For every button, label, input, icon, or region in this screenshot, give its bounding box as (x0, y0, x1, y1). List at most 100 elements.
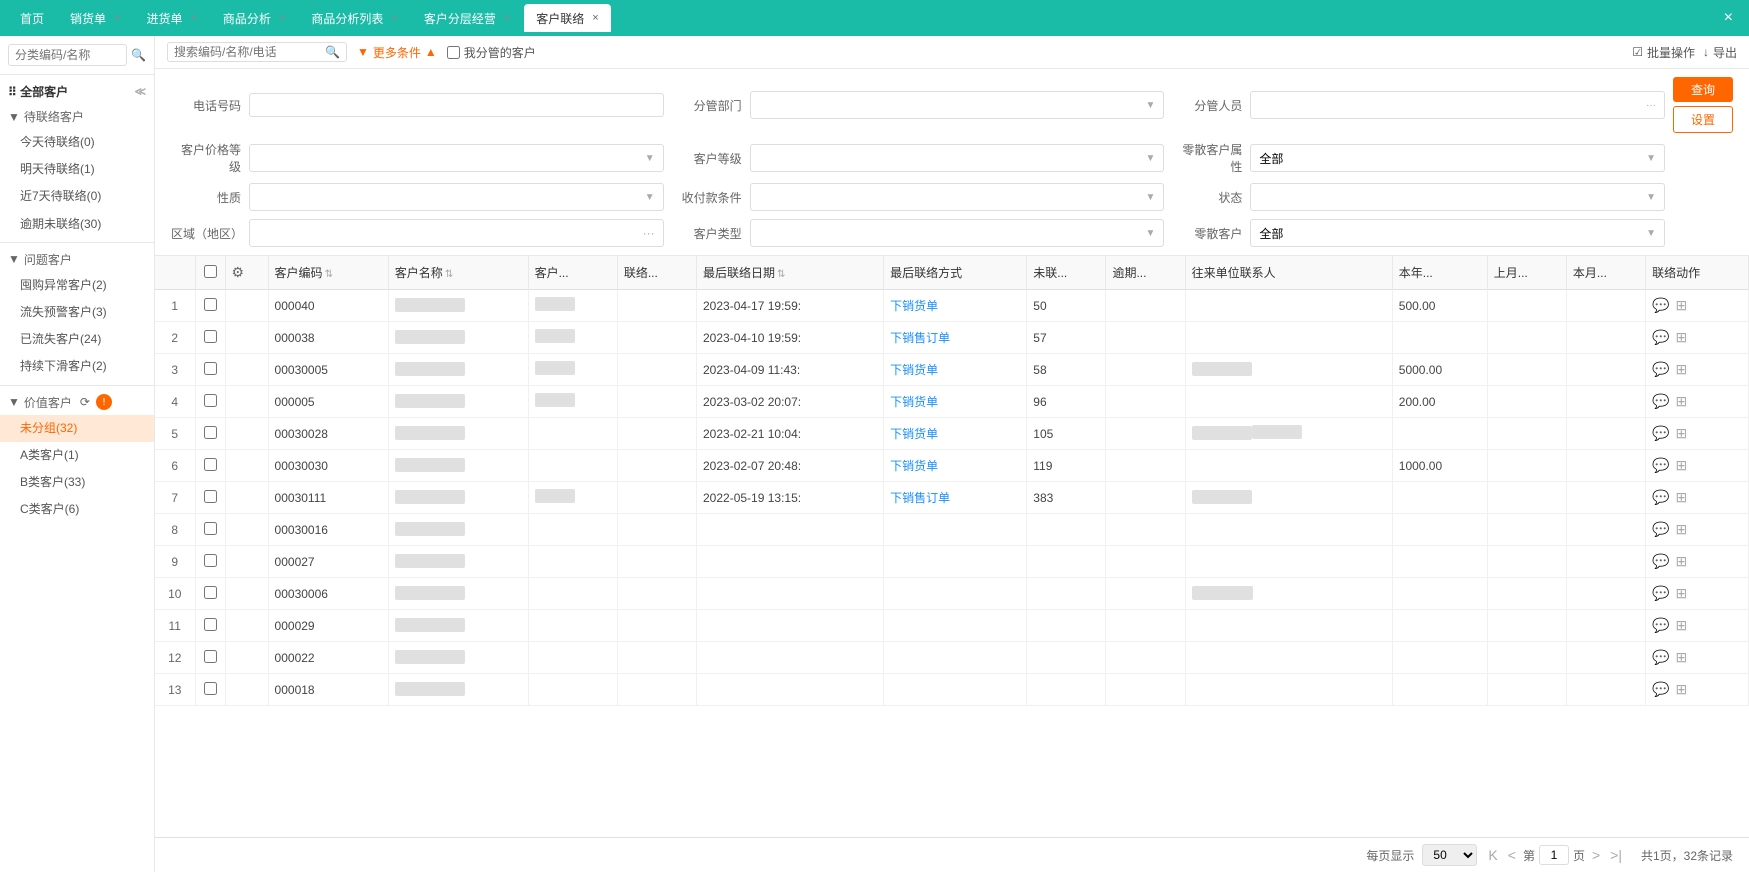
chat-icon[interactable]: 💬 (1652, 521, 1669, 538)
last-page-button[interactable]: >| (1607, 847, 1625, 863)
customer-level-select[interactable]: ▼ (750, 144, 1165, 172)
row-checkbox[interactable] (204, 394, 217, 407)
sort-name-icon[interactable]: ⇅ (445, 269, 453, 280)
chat-icon[interactable]: 💬 (1652, 329, 1669, 346)
grid-icon[interactable]: ⊞ (1676, 297, 1688, 314)
main-search-input[interactable] (174, 45, 321, 59)
gear-icon[interactable]: ⚙ (232, 264, 245, 280)
sidebar-item-overdue-pending[interactable]: 逾期未联络(30) (0, 211, 154, 238)
price-level-select[interactable]: ▼ (249, 144, 664, 172)
th-gear[interactable]: ⚙ (225, 256, 268, 290)
grid-icon[interactable]: ⊞ (1676, 329, 1688, 346)
export-button[interactable]: ↓ 导出 (1703, 44, 1737, 61)
sidebar-item-tomorrow-pending[interactable]: 明天待联络(1) (0, 156, 154, 183)
sidebar-search-input[interactable] (8, 44, 127, 66)
tab-sales[interactable]: 销货单 × (58, 4, 132, 32)
sidebar-item-7days-pending[interactable]: 近7天待联络(0) (0, 183, 154, 210)
grid-icon[interactable]: ⊞ (1676, 457, 1688, 474)
nature-select[interactable]: ▼ (249, 183, 664, 211)
row-checkbox[interactable] (204, 298, 217, 311)
chat-icon[interactable]: 💬 (1652, 361, 1669, 378)
grid-icon[interactable]: ⊞ (1676, 553, 1688, 570)
tab-home[interactable]: 首页 (8, 4, 56, 32)
grid-icon[interactable]: ⊞ (1676, 489, 1688, 506)
sort-code-icon[interactable]: ⇅ (325, 269, 333, 280)
customer-type-select[interactable]: ▼ (750, 219, 1165, 247)
close-purchase-icon[interactable]: × (190, 12, 196, 24)
sidebar-group-value[interactable]: ▼ 价值客户 ⟳ ! (0, 390, 154, 415)
first-page-button[interactable]: K (1485, 847, 1500, 863)
chat-icon[interactable]: 💬 (1652, 585, 1669, 602)
my-customers-check[interactable] (447, 46, 460, 59)
chat-icon[interactable]: 💬 (1652, 297, 1669, 314)
row-checkbox[interactable] (204, 490, 217, 503)
close-customer-contact-icon[interactable]: × (592, 12, 598, 24)
contact-type-link[interactable]: 下销货单 (890, 299, 938, 313)
row-checkbox[interactable] (204, 330, 217, 343)
contact-type-link[interactable]: 下销货单 (890, 459, 938, 473)
sort-date-icon[interactable]: ⇅ (777, 269, 785, 280)
grid-icon[interactable]: ⊞ (1676, 617, 1688, 634)
row-checkbox[interactable] (204, 650, 217, 663)
grid-icon[interactable]: ⊞ (1676, 393, 1688, 410)
sidebar-item-churned[interactable]: 已流失客户(24) (0, 326, 154, 353)
contact-type-link[interactable]: 下销货单 (890, 395, 938, 409)
more-filters-button[interactable]: ▼ 更多条件 ▲ (357, 44, 437, 61)
close-sales-icon[interactable]: × (114, 12, 120, 24)
chat-icon[interactable]: 💬 (1652, 489, 1669, 506)
tab-purchase[interactable]: 进货单 × (134, 4, 208, 32)
grid-icon[interactable]: ⊞ (1676, 585, 1688, 602)
close-customer-tier-icon[interactable]: × (504, 12, 510, 24)
sidebar-item-ungroup[interactable]: 未分组(32) (0, 415, 154, 442)
row-checkbox[interactable] (204, 362, 217, 375)
reset-button[interactable]: 设置 (1673, 106, 1733, 133)
tab-customer-contact[interactable]: 客户联络 × (524, 4, 610, 32)
page-size-select[interactable]: 50 100 200 (1422, 844, 1477, 866)
next-page-button[interactable]: > (1589, 847, 1603, 863)
tab-customer-tier[interactable]: 客户分层经营 × (412, 4, 522, 32)
query-button[interactable]: 查询 (1673, 77, 1733, 102)
grid-icon[interactable]: ⊞ (1676, 521, 1688, 538)
row-checkbox[interactable] (204, 554, 217, 567)
sidebar-item-churn-warn[interactable]: 流失预警客户(3) (0, 299, 154, 326)
batch-op-button[interactable]: ☑ 批量操作 (1632, 44, 1695, 61)
sidebar-item-b-class[interactable]: B类客户(33) (0, 469, 154, 496)
refresh-icon[interactable]: ⟳ (80, 395, 90, 409)
chat-icon[interactable]: 💬 (1652, 681, 1669, 698)
row-checkbox[interactable] (204, 522, 217, 535)
row-checkbox[interactable] (204, 618, 217, 631)
sidebar-group-pending[interactable]: ▼ 待联络客户 (0, 104, 154, 129)
dept-select[interactable]: ▼ (750, 91, 1165, 119)
chat-icon[interactable]: 💬 (1652, 393, 1669, 410)
sidebar-item-today-pending[interactable]: 今天待联络(0) (0, 129, 154, 156)
payment-select[interactable]: ▼ (750, 183, 1165, 211)
row-checkbox[interactable] (204, 426, 217, 439)
grid-icon[interactable]: ⊞ (1676, 425, 1688, 442)
chat-icon[interactable]: 💬 (1652, 649, 1669, 666)
sidebar-all-customers[interactable]: ⠿ 全部客户 ≪ (0, 75, 154, 104)
row-checkbox[interactable] (204, 586, 217, 599)
close-all-tabs-button[interactable]: × (1716, 9, 1741, 27)
contact-type-link[interactable]: 下销货单 (890, 363, 938, 377)
row-checkbox[interactable] (204, 682, 217, 695)
chat-icon[interactable]: 💬 (1652, 425, 1669, 442)
sidebar-search-icon[interactable]: 🔍 (131, 48, 146, 62)
chat-icon[interactable]: 💬 (1652, 457, 1669, 474)
region-select[interactable]: ··· (249, 219, 664, 247)
person-select[interactable]: ··· (1250, 91, 1665, 119)
sidebar-group-problem[interactable]: ▼ 问题客户 (0, 247, 154, 272)
page-number-input[interactable] (1539, 845, 1569, 865)
tab-analysis[interactable]: 商品分析 × (211, 4, 297, 32)
sidebar-item-a-class[interactable]: A类客户(1) (0, 442, 154, 469)
tab-analysis-list[interactable]: 商品分析列表 × (299, 4, 409, 32)
chat-icon[interactable]: 💬 (1652, 553, 1669, 570)
phone-input[interactable] (249, 93, 664, 117)
grid-icon[interactable]: ⊞ (1676, 361, 1688, 378)
select-all-checkbox[interactable] (204, 265, 217, 278)
chat-icon[interactable]: 💬 (1652, 617, 1669, 634)
grid-icon[interactable]: ⊞ (1676, 649, 1688, 666)
contact-type-link[interactable]: 下销售订单 (890, 491, 950, 505)
my-customers-checkbox[interactable]: 我分管的客户 (447, 44, 536, 61)
sidebar-item-declining[interactable]: 持续下滑客户(2) (0, 353, 154, 380)
contact-type-link[interactable]: 下销售订单 (890, 331, 950, 345)
